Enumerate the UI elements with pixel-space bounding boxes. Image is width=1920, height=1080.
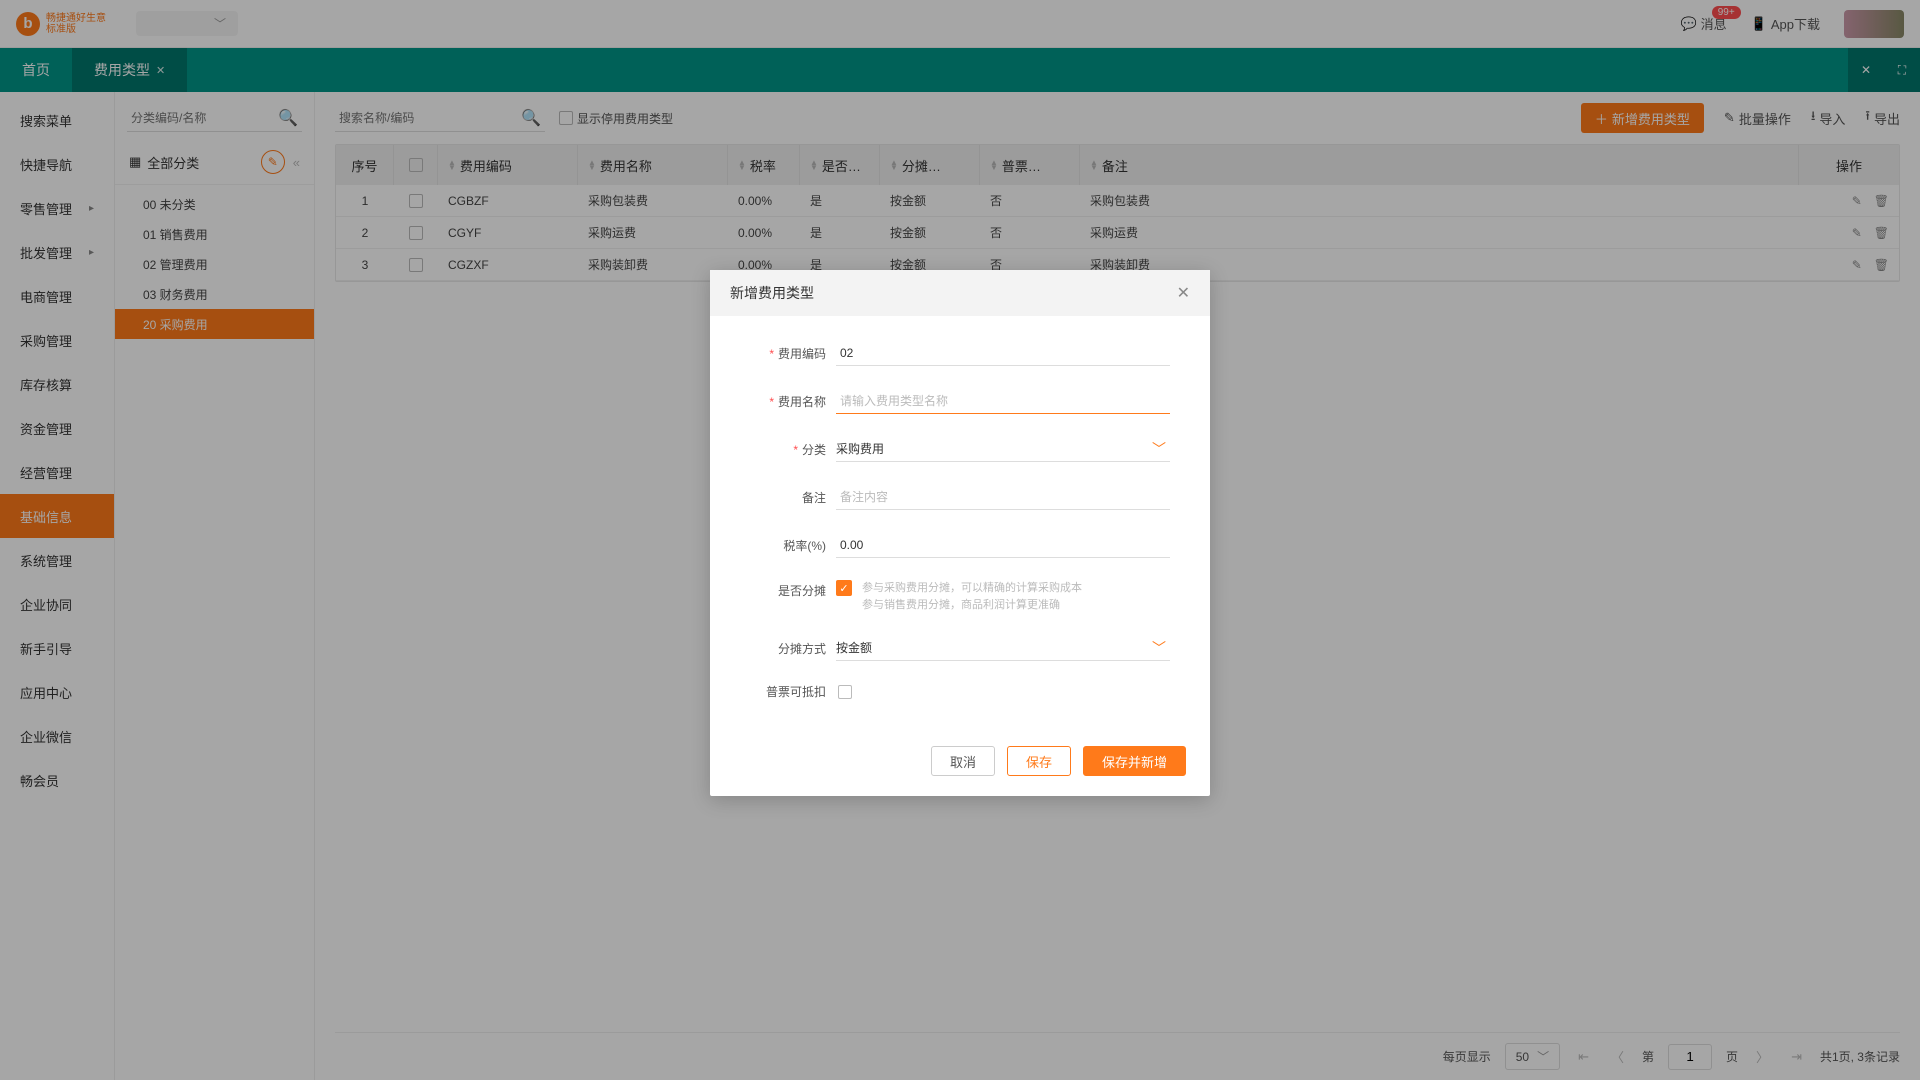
chevron-down-icon: ﹀ [1152, 439, 1166, 459]
method-select[interactable]: 按金额 ﹀ [836, 635, 1170, 661]
modal-overlay: 新增费用类型 ✕ 费用编码 费用名称 分类 采购费用 ﹀ 备注 [0, 0, 1920, 1080]
cancel-button[interactable]: 取消 [931, 746, 995, 776]
save-and-add-button[interactable]: 保存并新增 [1083, 746, 1186, 776]
share-hint: 参与采购费用分摊，可以精确的计算采购成本 参与销售费用分摊，商品利润计算更准确 [862, 580, 1082, 613]
label-remark: 备注 [750, 489, 836, 506]
code-input[interactable] [836, 340, 1170, 366]
remark-input[interactable] [836, 484, 1170, 510]
label-code: 费用编码 [750, 345, 836, 362]
label-name: 费用名称 [750, 393, 836, 410]
name-input[interactable] [836, 388, 1170, 414]
close-icon[interactable]: ✕ [1177, 283, 1190, 303]
save-button[interactable]: 保存 [1007, 746, 1071, 776]
label-deduct: 普票可抵扣 [750, 683, 836, 700]
label-method: 分摊方式 [750, 640, 836, 657]
category-select[interactable]: 采购费用 ﹀ [836, 436, 1170, 462]
label-share: 是否分摊 [750, 580, 836, 599]
label-tax: 税率(%) [750, 537, 836, 554]
share-checkbox[interactable]: ✓ [836, 580, 852, 596]
add-fee-type-modal: 新增费用类型 ✕ 费用编码 费用名称 分类 采购费用 ﹀ 备注 [710, 270, 1210, 796]
chevron-down-icon: ﹀ [1152, 638, 1166, 658]
deduct-checkbox[interactable] [838, 685, 852, 699]
modal-title: 新增费用类型 [730, 283, 814, 303]
tax-input[interactable] [836, 532, 1170, 558]
label-category: 分类 [750, 441, 836, 458]
